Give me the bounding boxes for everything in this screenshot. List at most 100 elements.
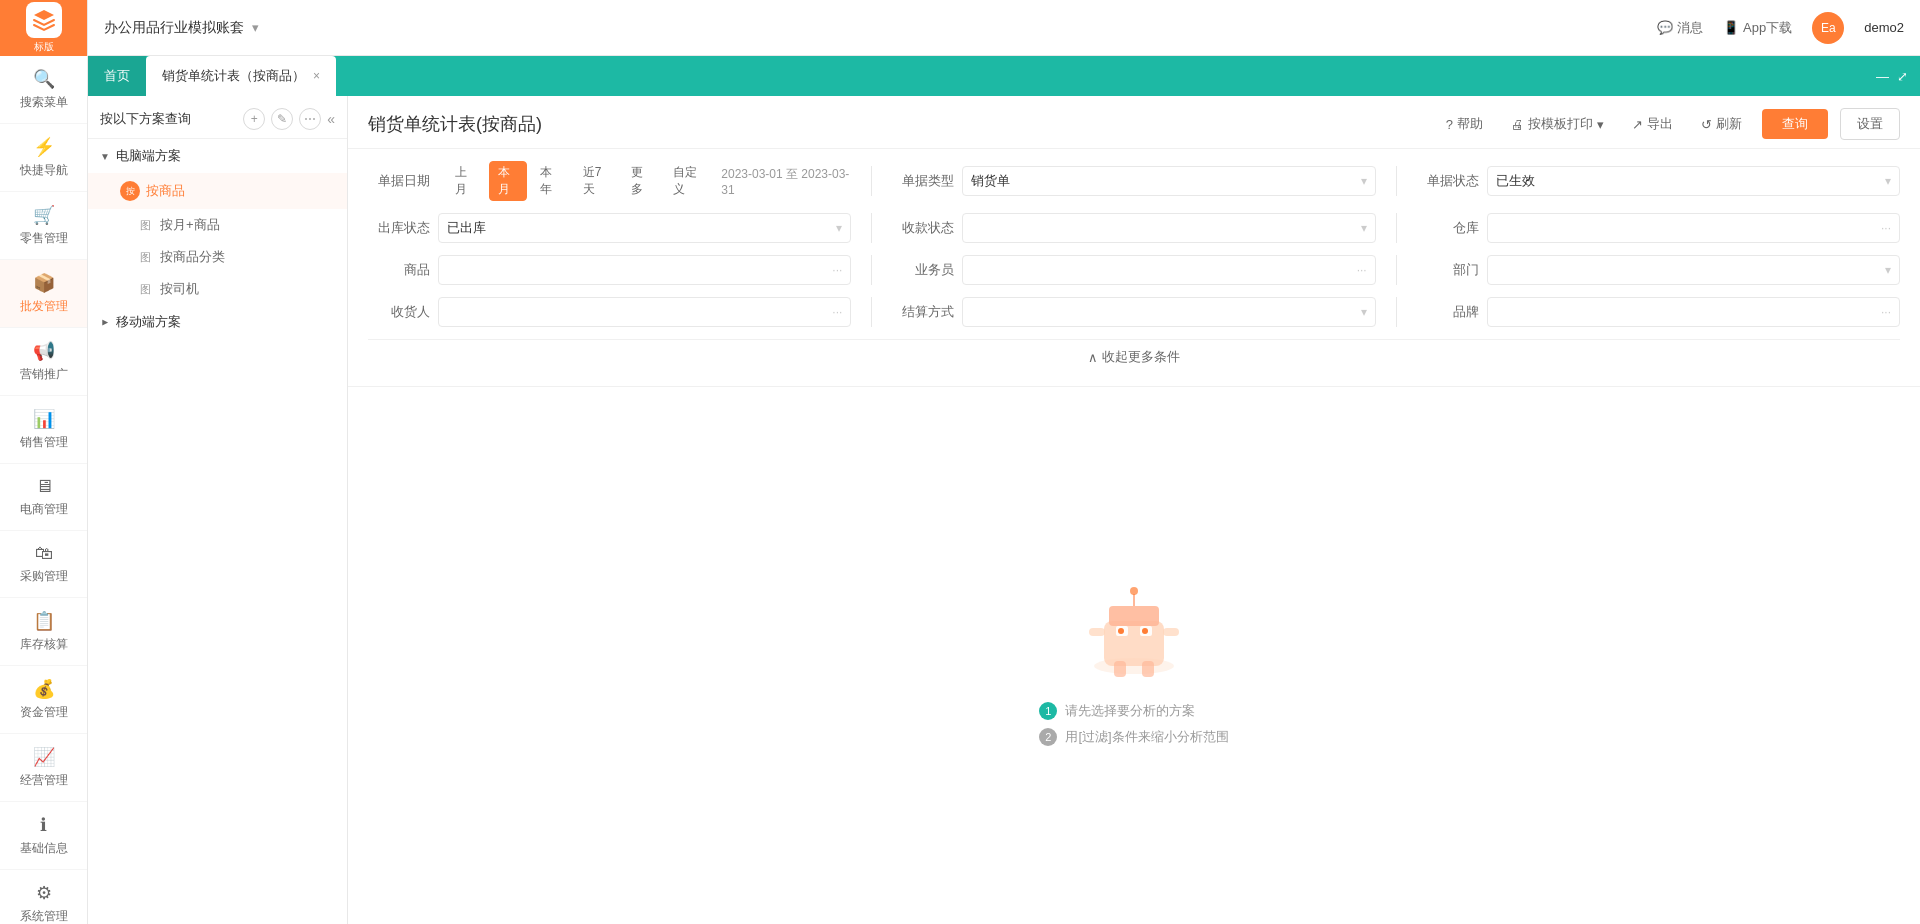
scheme-sub-item-category[interactable]: 图 按商品分类 — [88, 241, 347, 273]
warehouse-control[interactable]: ··· — [1487, 213, 1900, 243]
tab-sales-stat[interactable]: 销货单统计表（按商品） × — [146, 56, 336, 96]
scheme-item-by-product[interactable]: 按 按商品 — [88, 173, 347, 209]
svg-point-6 — [1142, 628, 1148, 634]
hint-number-1: 1 — [1039, 702, 1057, 720]
payment-control[interactable]: ▾ — [962, 297, 1375, 327]
sidebar-item-label: 经营管理 — [20, 772, 68, 789]
tab-home[interactable]: 首页 — [88, 56, 146, 96]
query-button[interactable]: 查询 — [1762, 109, 1828, 139]
sidebar-item-ecommerce[interactable]: 🖥 电商管理 — [0, 464, 87, 531]
doc-status-label: 单据状态 — [1417, 172, 1487, 190]
left-panel-actions: + ✎ ⋯ « — [243, 108, 335, 130]
collapse-more-button[interactable]: ∧ 收起更多条件 — [368, 339, 1900, 374]
product-more-icon[interactable]: ··· — [832, 263, 842, 277]
tab-minimize-icon[interactable]: — — [1876, 69, 1889, 84]
product-control[interactable]: ··· — [438, 255, 851, 285]
more-scheme-button[interactable]: ⋯ — [299, 108, 321, 130]
sidebar-item-wholesale[interactable]: 📦 批发管理 — [0, 260, 87, 328]
template-print-label: 按模板打印 — [1528, 115, 1593, 133]
help-button[interactable]: ? 帮助 — [1438, 111, 1491, 137]
sidebar-item-purchase[interactable]: 🛍 采购管理 — [0, 531, 87, 598]
settings-button[interactable]: 设置 — [1840, 108, 1900, 140]
filter-row-3: 商品 ··· 业务员 ··· — [368, 255, 1900, 285]
sidebar-item-quick-nav[interactable]: ⚡ 快捷导航 — [0, 124, 87, 192]
doc-status-control[interactable]: 已生效 ▾ — [1487, 166, 1900, 196]
message-label: 消息 — [1677, 19, 1703, 37]
svg-point-5 — [1118, 628, 1124, 634]
pc-scheme-group: ▼ 电脑端方案 按 按商品 图 按月+商品 图 按商品分类 — [88, 139, 347, 305]
shortcut-this-year[interactable]: 本年 — [531, 161, 570, 201]
dept-control[interactable]: ▾ — [1487, 255, 1900, 285]
sidebar-item-search[interactable]: 🔍 搜索菜单 — [0, 56, 87, 124]
main-area: 办公用品行业模拟账套 ▾ 💬 消息 📱 App下载 Ea demo2 首页 销货… — [88, 0, 1920, 924]
page-header: 销货单统计表(按商品) ? 帮助 🖨 按模板打印 ▾ ↗ 导出 — [348, 96, 1920, 149]
user-name[interactable]: demo2 — [1864, 20, 1904, 35]
svg-rect-2 — [1109, 606, 1159, 626]
tabbar: 首页 销货单统计表（按商品） × — ⤢ — [88, 56, 1920, 96]
logo[interactable]: 标版 — [0, 0, 87, 56]
collapse-panel-button[interactable]: « — [327, 111, 335, 127]
product-label: 商品 — [368, 261, 438, 279]
export-icon: ↗ — [1632, 117, 1643, 132]
mobile-group-label: 移动端方案 — [116, 313, 181, 331]
svg-rect-10 — [1163, 628, 1179, 636]
shortcut-this-month[interactable]: 本月 — [489, 161, 528, 201]
receiver-control[interactable]: ··· — [438, 297, 851, 327]
filter-item-payment: 结算方式 ▾ — [892, 297, 1375, 327]
dept-label: 部门 — [1417, 261, 1487, 279]
edit-scheme-button[interactable]: ✎ — [271, 108, 293, 130]
doc-type-control[interactable]: 销货单 ▾ — [962, 166, 1375, 196]
filter-row-2: 出库状态 已出库 ▾ 收款状态 ▾ — [368, 213, 1900, 243]
collect-status-control[interactable]: ▾ — [962, 213, 1375, 243]
receiver-more-icon[interactable]: ··· — [832, 305, 842, 319]
message-action[interactable]: 💬 消息 — [1657, 19, 1703, 37]
export-button[interactable]: ↗ 导出 — [1624, 111, 1681, 137]
tab-maximize-icon[interactable]: ⤢ — [1897, 69, 1908, 84]
app-download-action[interactable]: 📱 App下载 — [1723, 19, 1792, 37]
brand-control[interactable]: ··· — [1487, 297, 1900, 327]
query-label: 查询 — [1782, 116, 1808, 131]
sidebar-item-marketing[interactable]: 📢 营销推广 — [0, 328, 87, 396]
user-avatar[interactable]: Ea — [1812, 12, 1844, 44]
sidebar-item-retail[interactable]: 🛒 零售管理 — [0, 192, 87, 260]
scheme-sub-item-month-product[interactable]: 图 按月+商品 — [88, 209, 347, 241]
shortcut-custom[interactable]: 自定义 — [664, 161, 713, 201]
sidebar-item-basic-info[interactable]: ℹ 基础信息 — [0, 802, 87, 870]
mobile-group-header[interactable]: ▼ 移动端方案 — [88, 305, 347, 339]
shortcut-7days[interactable]: 近7天 — [574, 161, 618, 201]
topbar: 办公用品行业模拟账套 ▾ 💬 消息 📱 App下载 Ea demo2 — [88, 0, 1920, 56]
mobile-group-arrow: ▼ — [99, 317, 110, 327]
scheme-sub-label-3: 按司机 — [160, 280, 199, 298]
salesperson-more-icon[interactable]: ··· — [1357, 263, 1367, 277]
warehouse-label: 仓库 — [1417, 219, 1487, 237]
separator-8 — [1396, 297, 1397, 327]
sidebar-item-system[interactable]: ⚙ 系统管理 — [0, 870, 87, 924]
sidebar-item-finance[interactable]: 💰 资金管理 — [0, 666, 87, 734]
export-label: 导出 — [1647, 115, 1673, 133]
sidebar-item-sales[interactable]: 📊 销售管理 — [0, 396, 87, 464]
scheme-sub-item-driver[interactable]: 图 按司机 — [88, 273, 347, 305]
tab-close-icon[interactable]: × — [313, 69, 320, 83]
out-status-control[interactable]: 已出库 ▾ — [438, 213, 851, 243]
add-scheme-button[interactable]: + — [243, 108, 265, 130]
add-icon: + — [251, 112, 258, 126]
hint-text-1: 请先选择要分析的方案 — [1065, 702, 1195, 720]
sidebar-item-label: 基础信息 — [20, 840, 68, 857]
search-icon: 🔍 — [33, 68, 55, 90]
sidebar-item-operations[interactable]: 📈 经营管理 — [0, 734, 87, 802]
salesperson-control[interactable]: ··· — [962, 255, 1375, 285]
warehouse-more-icon[interactable]: ··· — [1881, 221, 1891, 235]
sidebar-item-inventory[interactable]: 📋 库存核算 — [0, 598, 87, 666]
title-dropdown-icon[interactable]: ▾ — [252, 20, 259, 35]
tab-sales-stat-label: 销货单统计表（按商品） — [162, 67, 305, 85]
sidebar-item-label: 资金管理 — [20, 704, 68, 721]
refresh-button[interactable]: ↺ 刷新 — [1693, 111, 1750, 137]
pc-group-header[interactable]: ▼ 电脑端方案 — [88, 139, 347, 173]
wholesale-icon: 📦 — [33, 272, 55, 294]
shortcut-last-month[interactable]: 上月 — [446, 161, 485, 201]
brand-more-icon[interactable]: ··· — [1881, 305, 1891, 319]
hint-number-2: 2 — [1039, 728, 1057, 746]
shortcut-more[interactable]: 更多 — [622, 161, 661, 201]
template-print-button[interactable]: 🖨 按模板打印 ▾ — [1503, 111, 1612, 137]
system-icon: ⚙ — [36, 882, 52, 904]
